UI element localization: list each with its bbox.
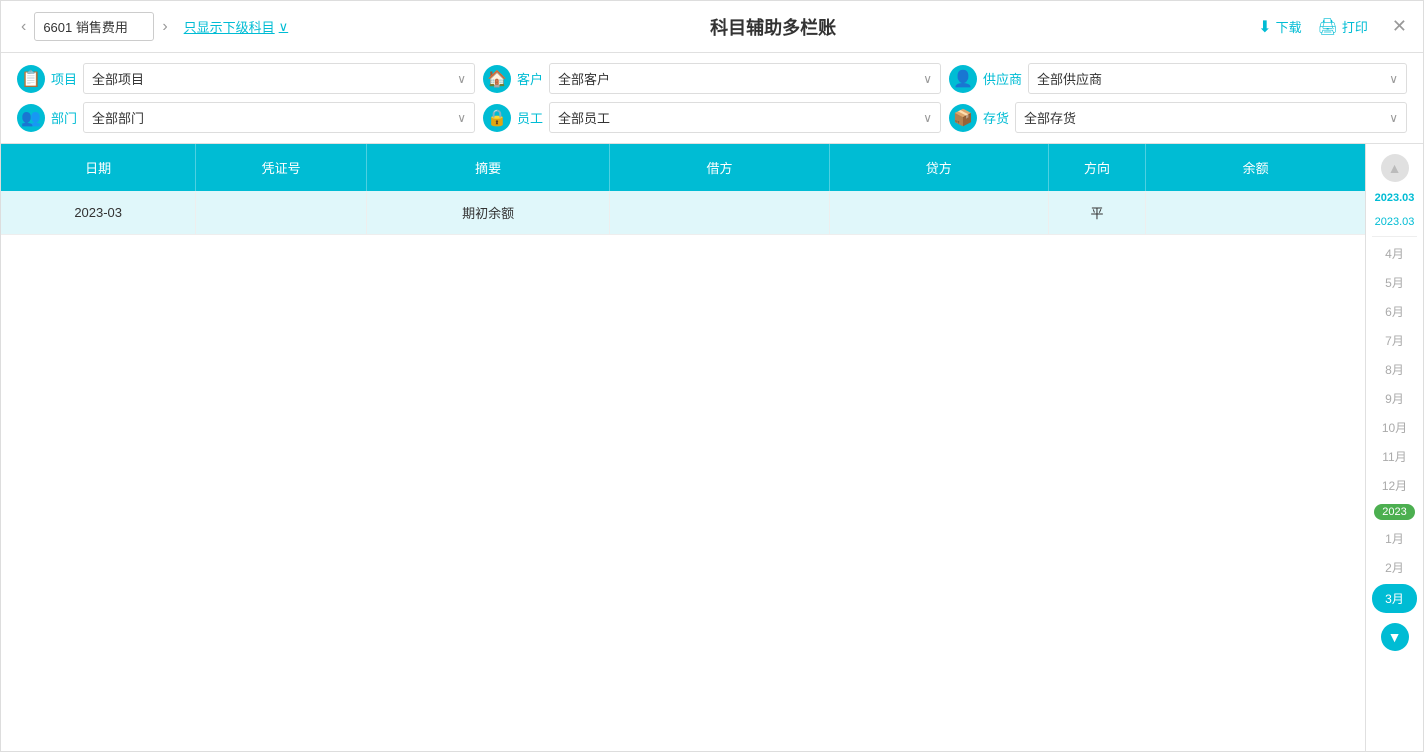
customer-arrow-icon: ∨ xyxy=(923,72,932,86)
prev-account-btn[interactable]: ‹ xyxy=(17,16,30,38)
cell-balance xyxy=(1146,191,1365,235)
main-content: 日期 凭证号 摘要 借方 贷方 方向 余额 2023-03 期初余额 平 ▲ xyxy=(1,144,1423,752)
filter-supplier: 👤 供应商 全部供应商 ∨ xyxy=(949,63,1407,94)
table-row[interactable]: 2023-03 期初余额 平 xyxy=(1,191,1365,235)
sidebar-range-start[interactable]: 2023.03 xyxy=(1366,186,1423,210)
dept-label: 部门 xyxy=(51,108,77,127)
supplier-select[interactable]: 全部供应商 ∨ xyxy=(1028,63,1407,94)
col-credit: 贷方 xyxy=(829,144,1048,191)
supplier-arrow-icon: ∨ xyxy=(1389,72,1398,86)
filter-row-1: 📋 项目 全部项目 ∨ 🏠 客户 全部客户 ∨ 👤 供应商 全部供应 xyxy=(17,63,1407,94)
sidebar-month-7[interactable]: 7月 xyxy=(1366,326,1423,355)
sidebar-month-5[interactable]: 5月 xyxy=(1366,268,1423,297)
sidebar-month-6[interactable]: 6月 xyxy=(1366,297,1423,326)
sidebar-month-4[interactable]: 4月 xyxy=(1366,239,1423,268)
sidebar-month-2[interactable]: 2月 xyxy=(1366,553,1423,582)
sidebar-year-badge: 2023 xyxy=(1374,504,1414,520)
inventory-select[interactable]: 全部存货 ∨ xyxy=(1015,102,1407,133)
dept-arrow-icon: ∨ xyxy=(457,111,466,125)
inventory-label: 存货 xyxy=(983,108,1009,127)
sidebar-range-end[interactable]: 2023.03 xyxy=(1366,210,1423,234)
inventory-arrow-icon: ∨ xyxy=(1389,111,1398,125)
cell-direction: 平 xyxy=(1048,191,1145,235)
employee-label: 员工 xyxy=(517,108,543,127)
col-date: 日期 xyxy=(1,144,196,191)
download-btn[interactable]: ⬇ 下载 xyxy=(1258,17,1301,37)
ledger-table: 日期 凭证号 摘要 借方 贷方 方向 余额 2023-03 期初余额 平 xyxy=(1,144,1365,235)
dept-select[interactable]: 全部部门 ∨ xyxy=(83,102,475,133)
filter-inventory: 📦 存货 全部存货 ∨ xyxy=(949,102,1407,133)
project-icon: 📋 xyxy=(17,65,45,93)
right-sidebar: ▲ 2023.03 2023.03 4月 5月 6月 7月 8月 9月 10月 … xyxy=(1365,144,1423,752)
filter-dept: 👥 部门 全部部门 ∨ xyxy=(17,102,475,133)
col-balance: 余额 xyxy=(1146,144,1365,191)
supplier-label: 供应商 xyxy=(983,69,1022,88)
dropdown-arrow-icon: ∨ xyxy=(279,19,289,35)
table-header-row: 日期 凭证号 摘要 借方 贷方 方向 余额 xyxy=(1,144,1365,191)
col-voucher: 凭证号 xyxy=(196,144,367,191)
cell-debit xyxy=(610,191,829,235)
employee-icon: 🔒 xyxy=(483,104,511,132)
employee-select[interactable]: 全部员工 ∨ xyxy=(549,102,941,133)
sidebar-month-9[interactable]: 9月 xyxy=(1366,384,1423,413)
print-icon: 🖨 xyxy=(1318,17,1338,37)
cell-summary: 期初余额 xyxy=(366,191,610,235)
print-btn[interactable]: 🖨 打印 xyxy=(1318,17,1368,37)
col-dir: 方向 xyxy=(1048,144,1145,191)
sidebar-month-10[interactable]: 10月 xyxy=(1366,413,1423,442)
sidebar-month-11[interactable]: 11月 xyxy=(1366,442,1423,471)
sidebar-month-3-active[interactable]: 3月 xyxy=(1372,584,1417,613)
col-debit: 借方 xyxy=(610,144,829,191)
filter-customer: 🏠 客户 全部客户 ∨ xyxy=(483,63,941,94)
sidebar-up-btn[interactable]: ▲ xyxy=(1381,154,1409,182)
customer-icon: 🏠 xyxy=(483,65,511,93)
sidebar-month-8[interactable]: 8月 xyxy=(1366,355,1423,384)
header: ‹ 6601 销售费用 › 只显示下级科目 ∨ 科目辅助多栏账 ⬇ 下载 🖨 打… xyxy=(1,1,1423,53)
customer-label: 客户 xyxy=(517,69,543,88)
table-area[interactable]: 日期 凭证号 摘要 借方 贷方 方向 余额 2023-03 期初余额 平 xyxy=(1,144,1365,752)
cell-voucher xyxy=(196,191,367,235)
show-sub-toggle[interactable]: 只显示下级科目 ∨ xyxy=(184,17,289,36)
project-select[interactable]: 全部项目 ∨ xyxy=(83,63,475,94)
sidebar-down-btn[interactable]: ▼ xyxy=(1381,623,1409,651)
filter-employee: 🔒 员工 全部员工 ∨ xyxy=(483,102,941,133)
col-summary: 摘要 xyxy=(366,144,610,191)
filter-project: 📋 项目 全部项目 ∨ xyxy=(17,63,475,94)
header-actions: ⬇ 下载 🖨 打印 ✕ xyxy=(1258,16,1407,37)
supplier-icon: 👤 xyxy=(949,65,977,93)
dept-icon: 👥 xyxy=(17,104,45,132)
filter-row-2: 👥 部门 全部部门 ∨ 🔒 员工 全部员工 ∨ 📦 存货 全部存货 xyxy=(17,102,1407,133)
inventory-icon: 📦 xyxy=(949,104,977,132)
sidebar-month-1[interactable]: 1月 xyxy=(1366,524,1423,553)
main-window: ‹ 6601 销售费用 › 只显示下级科目 ∨ 科目辅助多栏账 ⬇ 下载 🖨 打… xyxy=(0,0,1424,752)
sidebar-month-12[interactable]: 12月 xyxy=(1366,471,1423,500)
download-icon: ⬇ xyxy=(1258,17,1271,37)
project-label: 项目 xyxy=(51,69,77,88)
next-account-btn[interactable]: › xyxy=(158,16,171,38)
page-title: 科目辅助多栏账 xyxy=(288,14,1258,40)
account-code: 6601 销售费用 xyxy=(34,12,154,41)
close-btn[interactable]: ✕ xyxy=(1392,16,1407,37)
cell-credit xyxy=(829,191,1048,235)
cell-date: 2023-03 xyxy=(1,191,196,235)
customer-select[interactable]: 全部客户 ∨ xyxy=(549,63,941,94)
filter-bar: 📋 项目 全部项目 ∨ 🏠 客户 全部客户 ∨ 👤 供应商 全部供应 xyxy=(1,53,1423,144)
employee-arrow-icon: ∨ xyxy=(923,111,932,125)
project-arrow-icon: ∨ xyxy=(457,72,466,86)
